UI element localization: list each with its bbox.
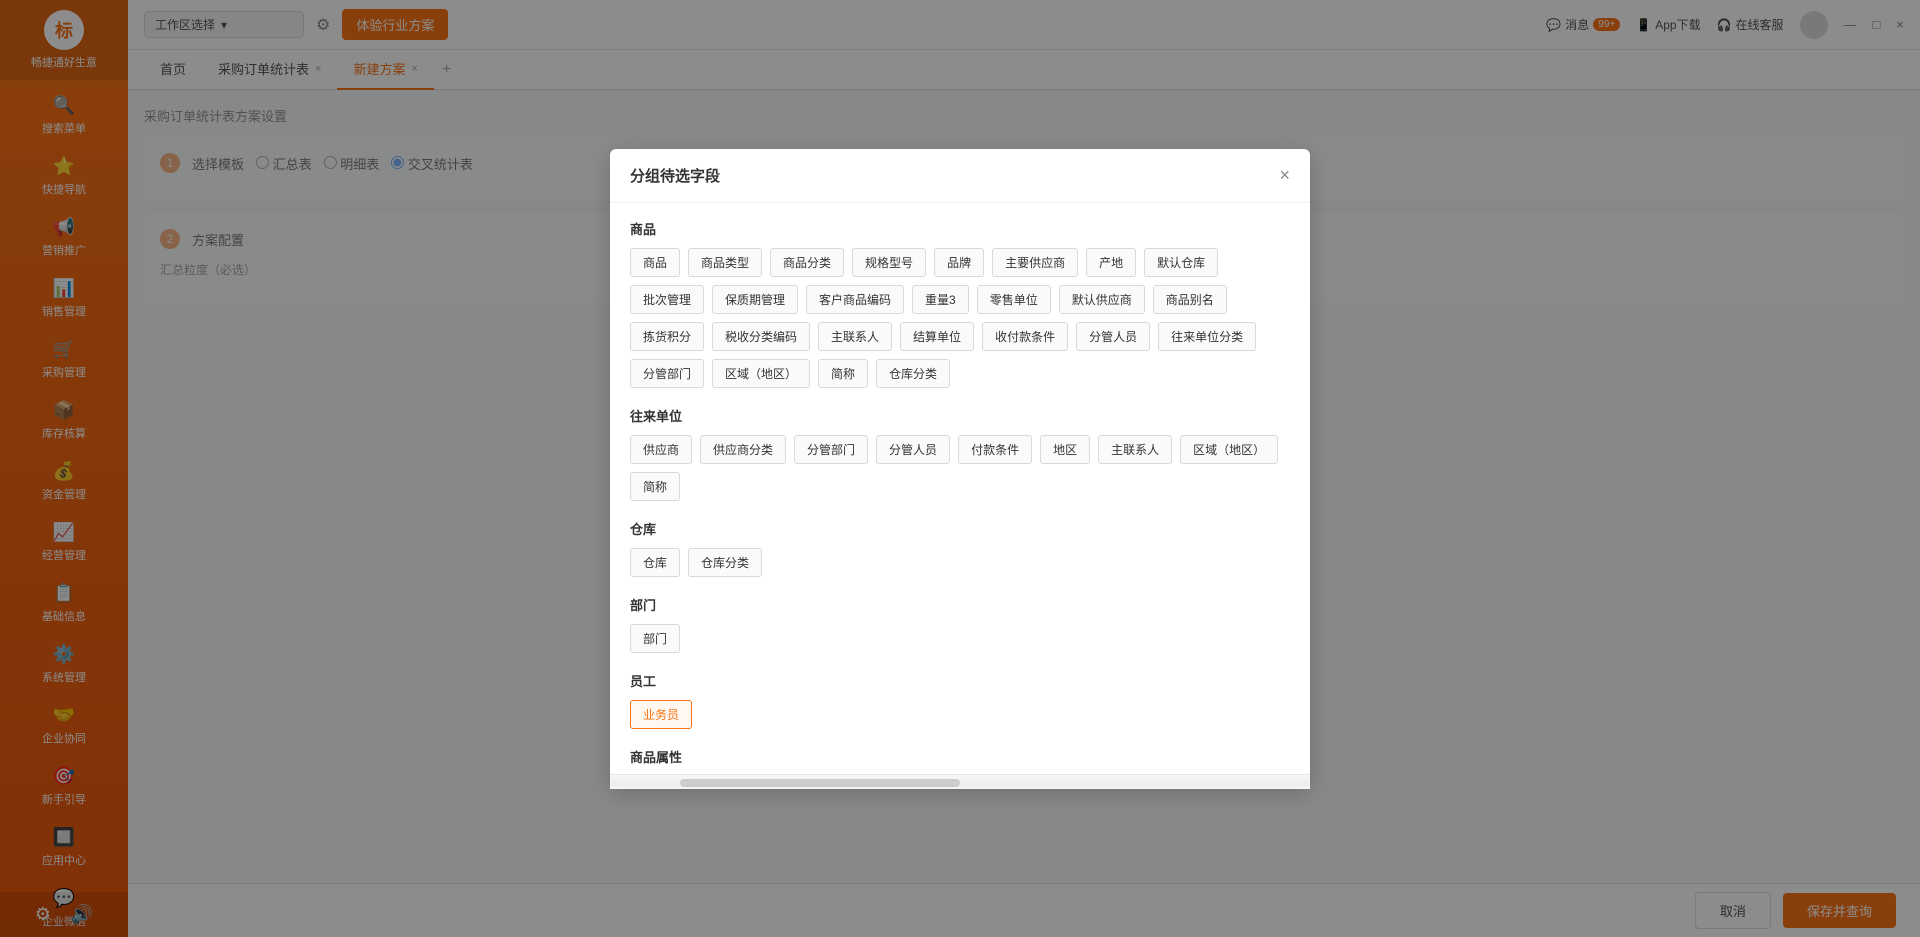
field-tag-g14[interactable]: 默认供应商 (1059, 285, 1145, 314)
scroll-track (610, 779, 1310, 787)
section-employee-title: 员工 (630, 671, 1290, 690)
field-tag-g3[interactable]: 商品分类 (770, 248, 844, 277)
field-tag-c1[interactable]: 供应商 (630, 435, 692, 464)
field-tag-g8[interactable]: 默认仓库 (1144, 248, 1218, 277)
field-tag-g15[interactable]: 商品别名 (1153, 285, 1227, 314)
counterpart-field-grid: 供应商 供应商分类 分管部门 分管人员 付款条件 地区 主联系人 区域（地区） … (630, 435, 1290, 501)
field-tag-g1[interactable]: 商品 (630, 248, 680, 277)
section-department: 部门 部门 (630, 595, 1290, 653)
scroll-thumb[interactable] (680, 779, 960, 787)
goods-field-grid: 商品 商品类型 商品分类 规格型号 品牌 主要供应商 产地 默认仓库 批次管理 … (630, 248, 1290, 388)
modal-body[interactable]: 商品 商品 商品类型 商品分类 规格型号 品牌 主要供应商 产地 默认仓库 批次… (610, 203, 1310, 775)
field-tag-w2[interactable]: 仓库分类 (688, 548, 762, 577)
section-warehouse: 仓库 仓库 仓库分类 (630, 519, 1290, 577)
field-tag-g24[interactable]: 区域（地区） (712, 359, 810, 388)
field-tag-c7[interactable]: 主联系人 (1098, 435, 1172, 464)
field-tag-g26[interactable]: 仓库分类 (876, 359, 950, 388)
field-tag-c8[interactable]: 区域（地区） (1180, 435, 1278, 464)
employee-field-grid: 业务员 (630, 700, 1290, 729)
field-tag-g7[interactable]: 产地 (1086, 248, 1136, 277)
field-tag-g9[interactable]: 批次管理 (630, 285, 704, 314)
section-product-attr: 商品属性 属性 颜色 多规格 尺码 鞋码 1 (630, 747, 1290, 775)
field-tag-c5[interactable]: 付款条件 (958, 435, 1032, 464)
field-tag-g4[interactable]: 规格型号 (852, 248, 926, 277)
modal-title: 分组待选字段 (630, 165, 720, 186)
field-tag-c2[interactable]: 供应商分类 (700, 435, 786, 464)
modal-close-button[interactable]: × (1279, 165, 1290, 186)
field-tag-c3[interactable]: 分管部门 (794, 435, 868, 464)
field-tag-g19[interactable]: 结算单位 (900, 322, 974, 351)
section-employee: 员工 业务员 (630, 671, 1290, 729)
field-tag-g25[interactable]: 简称 (818, 359, 868, 388)
field-tag-g21[interactable]: 分管人员 (1076, 322, 1150, 351)
modal-overlay: 分组待选字段 × 商品 商品 商品类型 商品分类 规格型号 品牌 主要供应商 产… (0, 0, 1920, 937)
field-tag-g11[interactable]: 客户商品编码 (806, 285, 904, 314)
modal-header: 分组待选字段 × (610, 149, 1310, 203)
field-tag-w1[interactable]: 仓库 (630, 548, 680, 577)
field-tag-g23[interactable]: 分管部门 (630, 359, 704, 388)
field-tag-c4[interactable]: 分管人员 (876, 435, 950, 464)
section-warehouse-title: 仓库 (630, 519, 1290, 538)
field-tag-g5[interactable]: 品牌 (934, 248, 984, 277)
field-tag-c9[interactable]: 简称 (630, 472, 680, 501)
warehouse-field-grid: 仓库 仓库分类 (630, 548, 1290, 577)
section-product-attr-title: 商品属性 (630, 747, 1290, 766)
field-tag-e1[interactable]: 业务员 (630, 700, 692, 729)
department-field-grid: 部门 (630, 624, 1290, 653)
field-select-modal: 分组待选字段 × 商品 商品 商品类型 商品分类 规格型号 品牌 主要供应商 产… (610, 149, 1310, 789)
section-department-title: 部门 (630, 595, 1290, 614)
field-tag-g20[interactable]: 收付款条件 (982, 322, 1068, 351)
section-counterpart-title: 往来单位 (630, 406, 1290, 425)
modal-horizontal-scrollbar[interactable] (610, 774, 1310, 788)
section-goods: 商品 商品 商品类型 商品分类 规格型号 品牌 主要供应商 产地 默认仓库 批次… (630, 219, 1290, 388)
field-tag-g13[interactable]: 零售单位 (977, 285, 1051, 314)
section-counterpart: 往来单位 供应商 供应商分类 分管部门 分管人员 付款条件 地区 主联系人 区域… (630, 406, 1290, 501)
field-tag-g17[interactable]: 税收分类编码 (712, 322, 810, 351)
field-tag-c6[interactable]: 地区 (1040, 435, 1090, 464)
field-tag-g2[interactable]: 商品类型 (688, 248, 762, 277)
field-tag-g12[interactable]: 重量3 (912, 285, 969, 314)
field-tag-g16[interactable]: 拣货积分 (630, 322, 704, 351)
field-tag-g22[interactable]: 往来单位分类 (1158, 322, 1256, 351)
field-tag-g6[interactable]: 主要供应商 (992, 248, 1078, 277)
field-tag-d1[interactable]: 部门 (630, 624, 680, 653)
field-tag-g18[interactable]: 主联系人 (818, 322, 892, 351)
field-tag-g10[interactable]: 保质期管理 (712, 285, 798, 314)
section-goods-title: 商品 (630, 219, 1290, 238)
